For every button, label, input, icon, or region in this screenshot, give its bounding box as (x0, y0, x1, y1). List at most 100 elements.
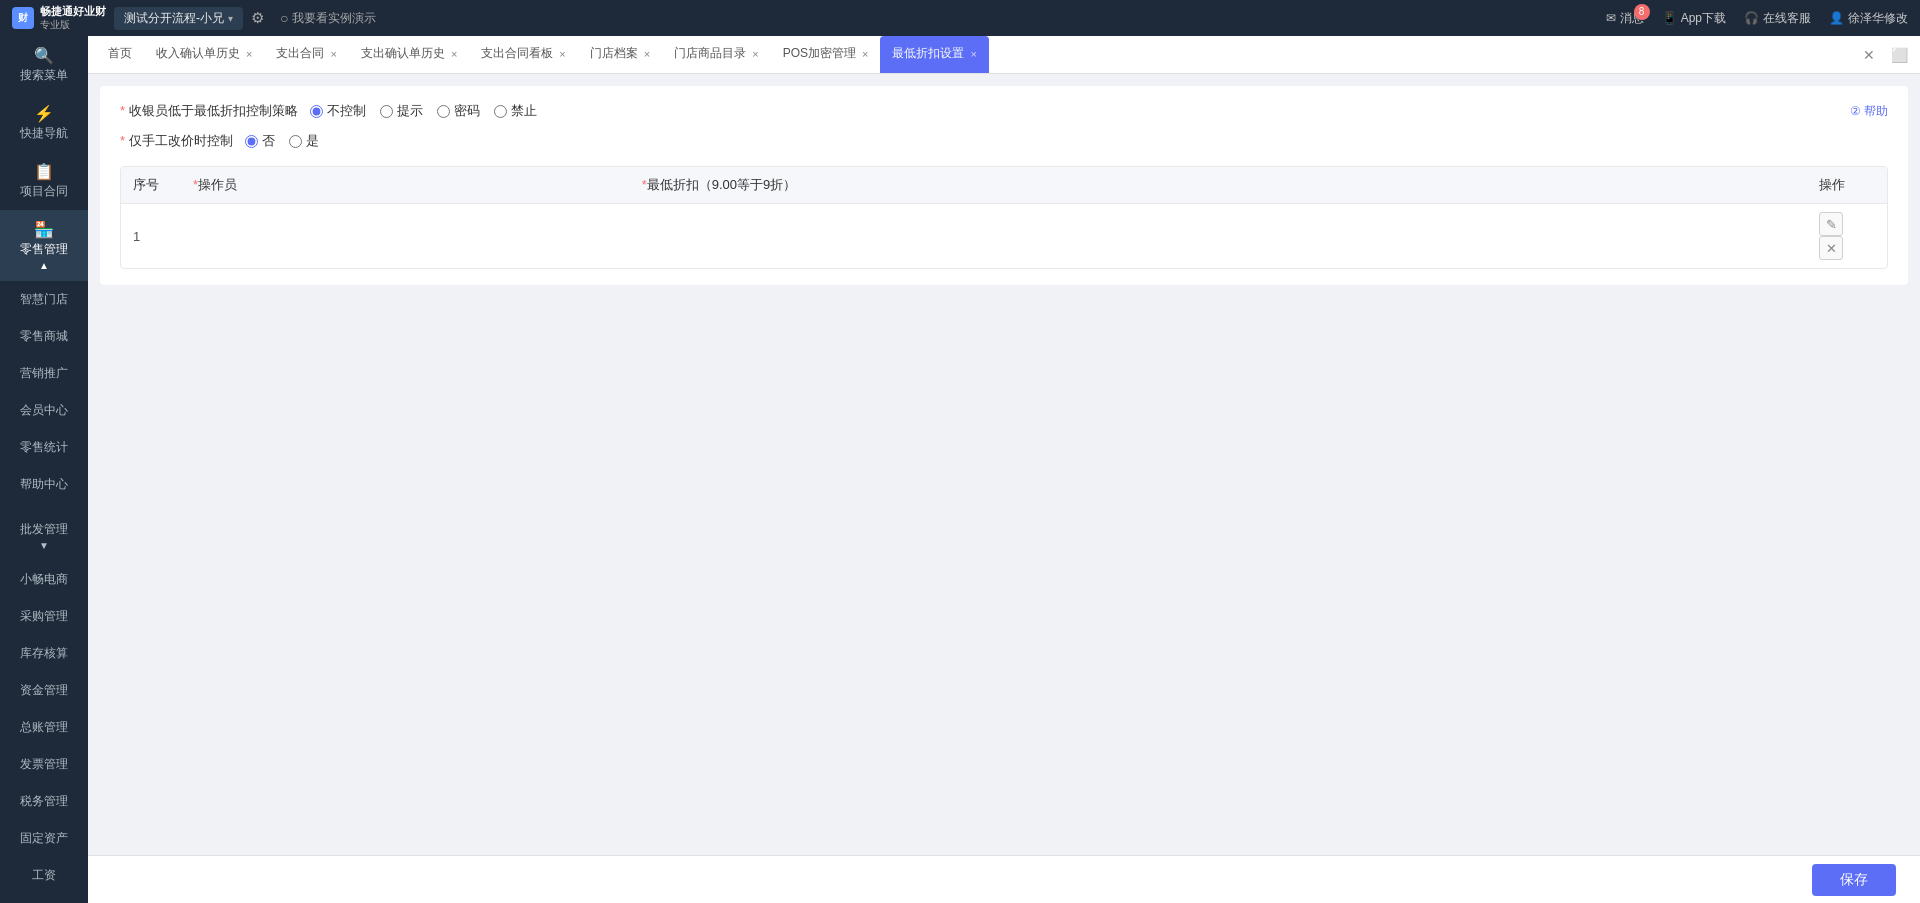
delete-row-button[interactable]: ✕ (1819, 236, 1843, 260)
tab-store-product-catalog[interactable]: 门店商品目录 × (662, 36, 770, 74)
tab-pos-password[interactable]: POS加密管理 × (771, 36, 881, 74)
sidebar-item-retail-mgmt[interactable]: 🏪 零售管理 ▲ (0, 210, 88, 281)
sidebar-item-fund[interactable]: 资金管理 (0, 672, 88, 709)
tab-close-payment-confirm[interactable]: × (451, 48, 457, 60)
sidebar-item-fixed-assets[interactable]: 固定资产 (0, 820, 88, 857)
bottom-bar: 保存 (88, 855, 1920, 903)
radio-yes-input[interactable] (289, 135, 302, 148)
user-profile[interactable]: 👤 徐泽华修改 (1829, 10, 1908, 27)
contract-icon: 📋 (34, 162, 54, 181)
tab-income-confirm-history[interactable]: 收入确认单历史 × (144, 36, 264, 74)
app-version: 专业版 (40, 19, 106, 31)
cell-actions: ✎ ✕ (1807, 204, 1887, 269)
sidebar-item-ledger[interactable]: 总账管理 (0, 709, 88, 746)
message-badge: 8 (1634, 4, 1650, 20)
sidebar-item-tax[interactable]: 税务管理 (0, 783, 88, 820)
tab-maximize-icon[interactable]: ⬜ (1887, 45, 1912, 65)
sidebar-label-ecommerce: 小畅电商 (20, 571, 68, 588)
user-icon: 👤 (1829, 11, 1844, 25)
message-button[interactable]: ✉ 消息 8 (1606, 10, 1644, 27)
edit-row-button[interactable]: ✎ (1819, 212, 1843, 236)
radio-no[interactable]: 否 (245, 132, 275, 150)
sidebar-label-retail: 零售管理 (20, 241, 68, 258)
tab-close-min-discount[interactable]: × (970, 48, 976, 60)
sidebar-item-project-contract[interactable]: 📋 项目合同 (0, 152, 88, 210)
sidebar-item-help[interactable]: 帮助中心 (0, 466, 88, 503)
tab-store-file[interactable]: 门店档案 × (578, 36, 662, 74)
help-icon: ② (1850, 104, 1861, 118)
cell-operator (181, 204, 630, 269)
tab-close-payment-contract[interactable]: × (330, 48, 336, 60)
store-icon: 🏪 (34, 220, 54, 239)
radio-password[interactable]: 密码 (437, 102, 480, 120)
sidebar-item-marketing[interactable]: 营销推广 (0, 355, 88, 392)
tab-home[interactable]: 首页 (96, 36, 144, 74)
project-selector[interactable]: 测试分开流程-小兄 ▾ (114, 7, 243, 30)
sidebar-label-wholesale: 批发管理 (20, 521, 68, 538)
required-star-2: * (120, 133, 125, 148)
tab-close-pos[interactable]: × (862, 48, 868, 60)
tab-payment-contract[interactable]: 支出合同 × (264, 36, 348, 74)
sidebar-label-fund: 资金管理 (20, 682, 68, 699)
th-operator: *操作员 (181, 167, 630, 204)
tab-close-income[interactable]: × (246, 48, 252, 60)
sidebar-label-tax: 税务管理 (20, 793, 68, 810)
sidebar-item-purchase[interactable]: 采购管理 (0, 598, 88, 635)
sidebar-label-ledger: 总账管理 (20, 719, 68, 736)
sidebar-label-invoice: 发票管理 (20, 756, 68, 773)
sidebar-item-quick-nav[interactable]: ⚡ 快捷导航 (0, 94, 88, 152)
sidebar-item-smart-store[interactable]: 智慧门店 (0, 281, 88, 318)
manual-price-options: 否 是 (245, 132, 319, 150)
sidebar-item-ecommerce[interactable]: 小畅电商 (0, 561, 88, 598)
sidebar-label-smart-store: 智慧门店 (20, 291, 68, 308)
tab-close-store-file[interactable]: × (644, 48, 650, 60)
online-service-button[interactable]: 🎧 在线客服 (1744, 10, 1811, 27)
sidebar-label-search: 搜索菜单 (20, 67, 68, 84)
sidebar-item-invoice[interactable]: 发票管理 (0, 746, 88, 783)
headset-icon: 🎧 (1744, 11, 1759, 25)
radio-no-control-input[interactable] (310, 105, 323, 118)
radio-forbid-input[interactable] (494, 105, 507, 118)
th-actions: 操作 (1807, 167, 1887, 204)
sidebar-item-search-menu[interactable]: 🔍 搜索菜单 (0, 36, 88, 94)
sidebar-item-retail-stats[interactable]: 零售统计 (0, 429, 88, 466)
radio-no-control[interactable]: 不控制 (310, 102, 366, 120)
settings-icon[interactable]: ⚙ (251, 9, 264, 27)
tab-close-catalog[interactable]: × (752, 48, 758, 60)
sidebar-label-project: 项目合同 (20, 183, 68, 200)
tab-close-current-icon[interactable]: ✕ (1859, 45, 1879, 65)
tab-close-board[interactable]: × (559, 48, 565, 60)
chevron-up-icon: ▲ (39, 260, 49, 271)
sidebar-label-fixed-assets: 固定资产 (20, 830, 68, 847)
discount-table: 序号 *操作员 *最低折扣（9.00等于9折） 操作 (120, 166, 1888, 269)
sidebar-item-inventory[interactable]: 库存核算 (0, 635, 88, 672)
radio-password-input[interactable] (437, 105, 450, 118)
radio-yes[interactable]: 是 (289, 132, 319, 150)
tab-payment-contract-board[interactable]: 支出合同看板 × (469, 36, 577, 74)
sidebar-item-member[interactable]: 会员中心 (0, 392, 88, 429)
sidebar-label-mall: 零售商城 (20, 328, 68, 345)
manual-price-row: * 仅手工改价时控制 否 是 (120, 132, 1888, 150)
help-link[interactable]: ② 帮助 (1850, 103, 1888, 120)
th-min-discount: *最低折扣（9.00等于9折） (630, 167, 1807, 204)
message-icon: ✉ (1606, 11, 1616, 25)
sidebar-item-wholesale[interactable]: 批发管理 ▼ (0, 511, 88, 561)
search-icon: 🔍 (34, 46, 54, 65)
chevron-down-icon-wholesale: ▼ (39, 540, 49, 551)
save-button[interactable]: 保存 (1812, 864, 1896, 896)
radio-tip[interactable]: 提示 (380, 102, 423, 120)
sidebar-item-retail-mall[interactable]: 零售商城 (0, 318, 88, 355)
tab-min-discount[interactable]: 最低折扣设置 × (880, 36, 988, 74)
settings-panel: * 收银员低于最低折扣控制策略 不控制 提示 (100, 86, 1908, 285)
download-icon: 📱 (1662, 11, 1677, 25)
app-download-button[interactable]: 📱 App下载 (1662, 10, 1726, 27)
radio-no-input[interactable] (245, 135, 258, 148)
page-content: * 收银员低于最低折扣控制策略 不控制 提示 (88, 74, 1920, 855)
radio-forbid[interactable]: 禁止 (494, 102, 537, 120)
tab-payment-confirm-history[interactable]: 支出确认单历史 × (349, 36, 469, 74)
radio-tip-input[interactable] (380, 105, 393, 118)
sidebar-label-purchase: 采购管理 (20, 608, 68, 625)
top-bar: 财 畅捷通好业财 专业版 测试分开流程-小兄 ▾ ⚙ ○ 我要看实例演示 ✉ 消… (0, 0, 1920, 36)
demo-link[interactable]: ○ 我要看实例演示 (280, 10, 376, 27)
sidebar-item-salary[interactable]: 工资 (0, 857, 88, 894)
